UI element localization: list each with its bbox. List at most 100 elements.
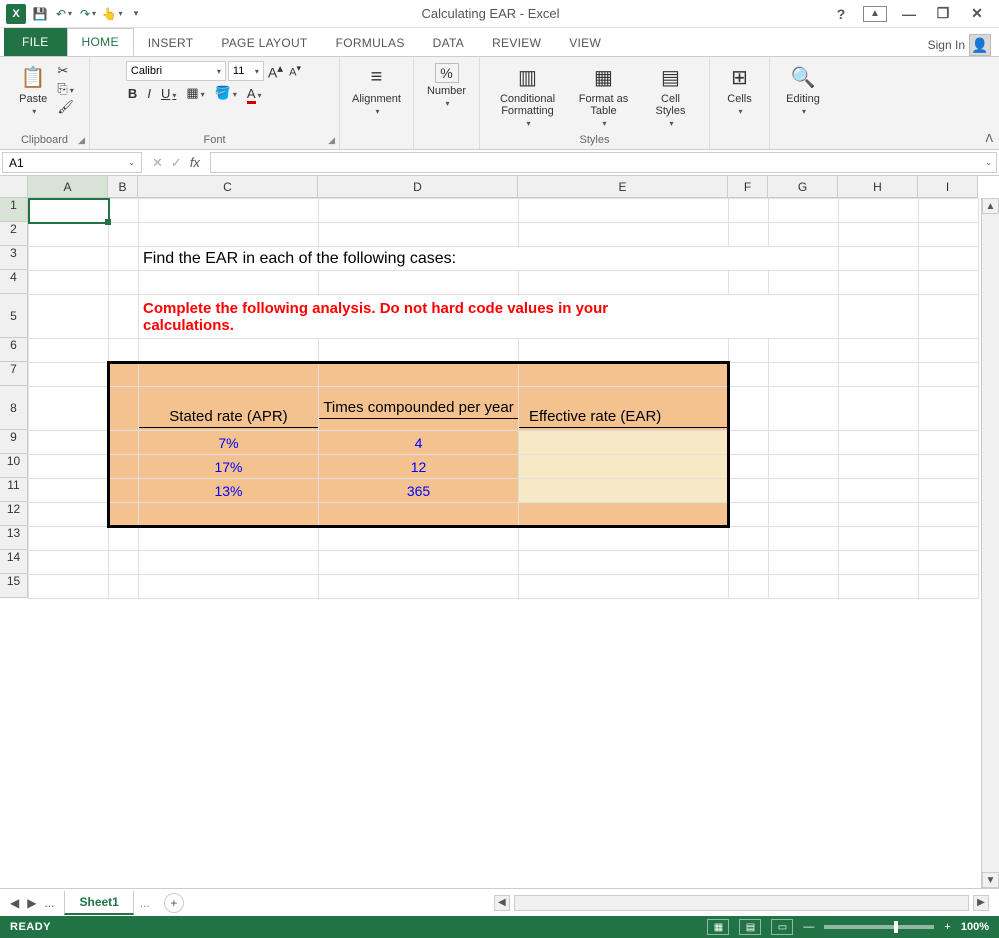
bold-button[interactable]: B xyxy=(126,86,139,101)
touch-mode-icon[interactable]: 👆▾ xyxy=(102,4,122,24)
col-header-F[interactable]: F xyxy=(728,176,768,198)
cell[interactable] xyxy=(29,479,109,503)
user-icon[interactable]: 👤 xyxy=(969,34,991,56)
cell[interactable] xyxy=(919,339,979,363)
cell-E8[interactable]: Effective rate (EAR) xyxy=(519,387,729,431)
alignment-button[interactable]: ≡ Alignment ▾ xyxy=(348,61,405,118)
cell-C9[interactable]: 7% xyxy=(139,431,319,455)
row-header-8[interactable]: 8 xyxy=(0,386,28,430)
zoom-out-icon[interactable]: — xyxy=(803,921,814,933)
row-header-7[interactable]: 7 xyxy=(0,362,28,386)
row-header-2[interactable]: 2 xyxy=(0,222,28,246)
cell[interactable] xyxy=(769,479,839,503)
cell-D11[interactable]: 365 xyxy=(319,479,519,503)
cell[interactable] xyxy=(29,551,109,575)
cell[interactable] xyxy=(919,455,979,479)
cell[interactable] xyxy=(519,575,729,599)
format-as-table-button[interactable]: ▦ Format as Table▾ xyxy=(573,61,635,130)
cell[interactable] xyxy=(139,575,319,599)
restore-button[interactable]: ❐ xyxy=(931,5,955,22)
cell[interactable] xyxy=(29,339,109,363)
format-painter-icon[interactable]: 🖌 xyxy=(57,99,74,115)
cell[interactable] xyxy=(729,387,769,431)
cell[interactable] xyxy=(519,223,729,247)
cell[interactable] xyxy=(839,199,919,223)
underline-button[interactable]: U▾ xyxy=(159,86,178,101)
cell[interactable] xyxy=(139,223,319,247)
cell[interactable] xyxy=(839,223,919,247)
row-header-4[interactable]: 4 xyxy=(0,270,28,294)
cell[interactable] xyxy=(109,271,139,295)
tab-view[interactable]: VIEW xyxy=(555,30,615,56)
col-header-C[interactable]: C xyxy=(138,176,318,198)
cell[interactable] xyxy=(319,223,519,247)
row-header-1[interactable]: 1 xyxy=(0,198,28,222)
cancel-formula-icon[interactable]: ✕ xyxy=(152,155,163,171)
cell[interactable] xyxy=(319,271,519,295)
cell-D8[interactable]: Times compounded per year xyxy=(319,387,519,431)
cell[interactable] xyxy=(839,339,919,363)
cell[interactable] xyxy=(139,527,319,551)
select-all-cell[interactable] xyxy=(0,176,28,198)
col-header-H[interactable]: H xyxy=(838,176,918,198)
cell-E10[interactable] xyxy=(519,455,729,479)
cell[interactable] xyxy=(769,339,839,363)
cell[interactable] xyxy=(919,247,979,271)
font-name-select[interactable]: Calibri▾ xyxy=(126,61,226,81)
scroll-left-icon[interactable]: ◀ xyxy=(494,895,510,911)
cell[interactable] xyxy=(109,479,139,503)
number-button[interactable]: % Number ▾ xyxy=(423,61,470,110)
scroll-down-icon[interactable]: ▼ xyxy=(982,872,999,888)
cell[interactable] xyxy=(29,223,109,247)
cell[interactable] xyxy=(109,575,139,599)
cell[interactable] xyxy=(729,431,769,455)
cell[interactable] xyxy=(139,199,319,223)
cell[interactable] xyxy=(769,503,839,527)
cell[interactable] xyxy=(139,271,319,295)
cell[interactable] xyxy=(139,339,319,363)
cell[interactable] xyxy=(839,455,919,479)
cell-E11[interactable] xyxy=(519,479,729,503)
cell[interactable] xyxy=(109,455,139,479)
cell-D10[interactable]: 12 xyxy=(319,455,519,479)
shrink-font-icon[interactable]: A▾ xyxy=(287,63,303,79)
cell[interactable] xyxy=(109,503,139,527)
cell[interactable] xyxy=(109,363,139,387)
tab-insert[interactable]: INSERT xyxy=(134,30,208,56)
sheet-tab-sheet1[interactable]: Sheet1 xyxy=(64,891,133,915)
cell[interactable] xyxy=(919,387,979,431)
page-layout-view-icon[interactable]: ▤ xyxy=(739,919,761,935)
font-dialog-launcher[interactable]: ◢ xyxy=(328,135,335,146)
expand-formula-icon[interactable]: ⌄ xyxy=(985,158,992,167)
cell[interactable] xyxy=(839,295,919,339)
cell[interactable] xyxy=(839,431,919,455)
cell[interactable] xyxy=(919,431,979,455)
cell[interactable] xyxy=(919,551,979,575)
cell[interactable] xyxy=(109,247,139,271)
cell[interactable] xyxy=(109,223,139,247)
help-icon[interactable]: ? xyxy=(829,6,853,22)
cell[interactable] xyxy=(519,527,729,551)
fx-icon[interactable]: fx xyxy=(190,155,200,170)
cell-D9[interactable]: 4 xyxy=(319,431,519,455)
cell[interactable] xyxy=(729,363,769,387)
scroll-up-icon[interactable]: ▲ xyxy=(982,198,999,214)
collapse-ribbon-icon[interactable]: ᐱ xyxy=(985,132,993,145)
tab-home[interactable]: HOME xyxy=(67,28,134,56)
cell[interactable] xyxy=(519,363,729,387)
cell[interactable] xyxy=(919,223,979,247)
cell[interactable] xyxy=(729,455,769,479)
cell[interactable] xyxy=(109,199,139,223)
cell[interactable] xyxy=(519,503,729,527)
row-header-15[interactable]: 15 xyxy=(0,574,28,598)
cell[interactable] xyxy=(29,503,109,527)
col-header-A[interactable]: A xyxy=(28,176,108,198)
cell[interactable] xyxy=(839,363,919,387)
editing-button[interactable]: 🔍 Editing ▾ xyxy=(782,61,824,118)
zoom-slider[interactable] xyxy=(824,925,934,929)
sign-in-link[interactable]: Sign In xyxy=(928,38,965,52)
cell[interactable] xyxy=(769,431,839,455)
cell[interactable] xyxy=(769,223,839,247)
cell[interactable] xyxy=(919,295,979,339)
cells-button[interactable]: ⊞ Cells ▾ xyxy=(722,61,758,118)
